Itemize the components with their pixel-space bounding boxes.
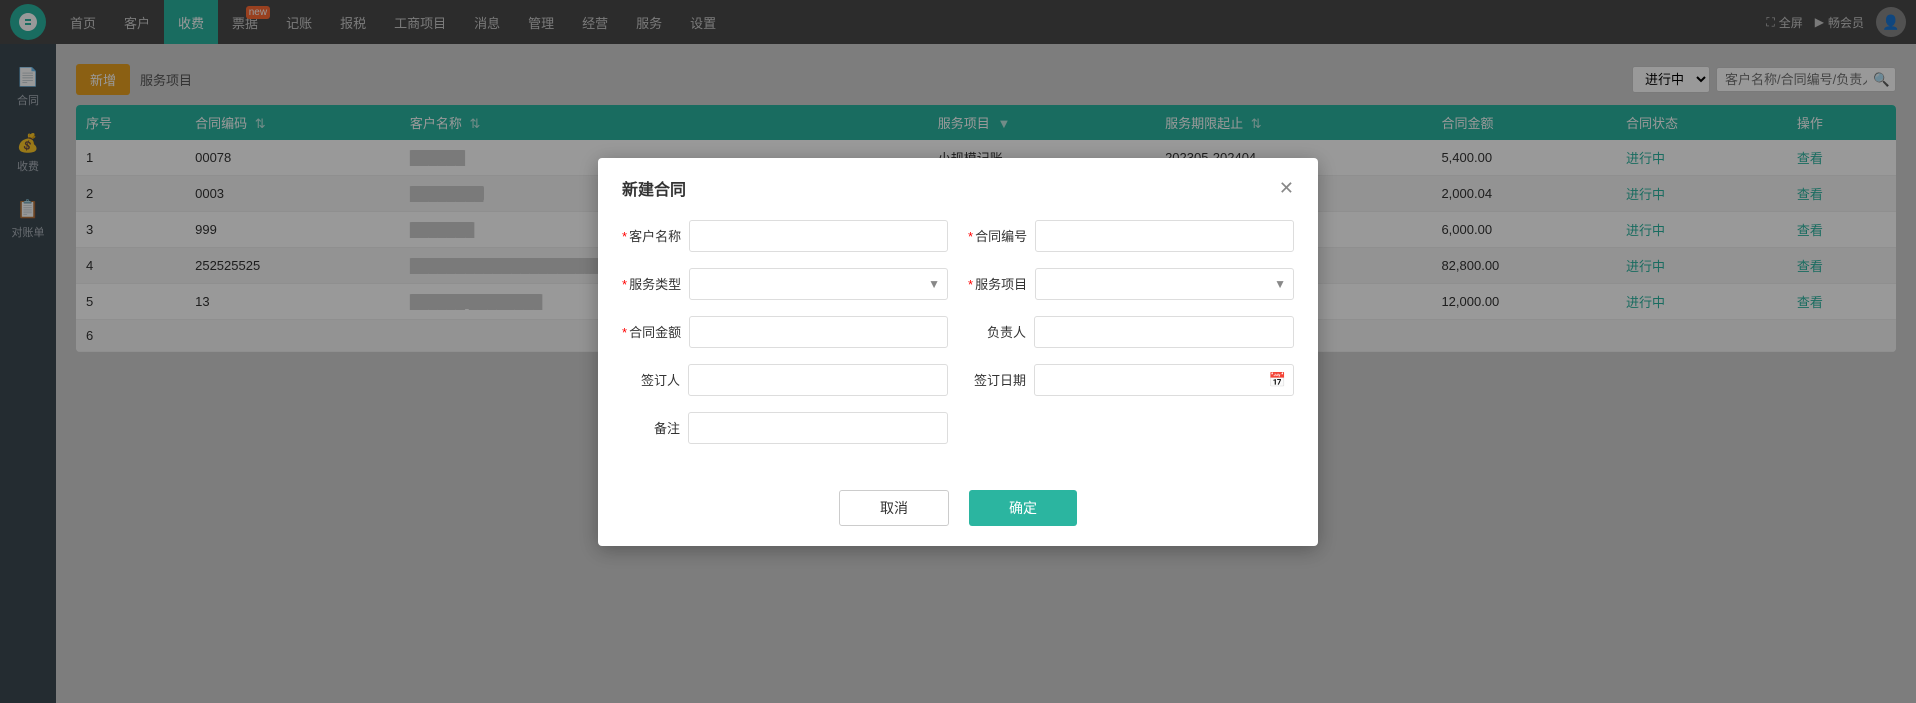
cancel-button[interactable]: 取消 (839, 490, 949, 526)
modal-footer: 取消 确定 (598, 480, 1318, 546)
sign-date-label: 签订日期 (968, 370, 1026, 389)
modal-header: 新建合同 ✕ (598, 158, 1318, 210)
contract-no-input[interactable] (1035, 220, 1294, 252)
service-type-wrapper: ▼ (689, 268, 948, 300)
signer-label: 签订人 (622, 370, 680, 389)
sign-date-input[interactable]: 2023-06-06 (1034, 364, 1294, 396)
amount-label: *合同金额 (622, 322, 681, 341)
service-item-wrapper: ▼ (1035, 268, 1294, 300)
remark-label: 备注 (622, 418, 680, 437)
confirm-button[interactable]: 确定 (969, 490, 1077, 526)
form-group-responsible: 负责人 (968, 316, 1294, 348)
customer-name-label: *客户名称 (622, 226, 681, 245)
form-row-1: *客户名称 *合同编号 (622, 220, 1294, 252)
form-group-remark: 备注 (622, 412, 948, 444)
required-star-1: * (622, 229, 627, 244)
form-group-amount: *合同金额 0.00 (622, 316, 948, 348)
form-group-customer-name: *客户名称 (622, 220, 948, 252)
form-group-sign-date: 签订日期 2023-06-06 📅 (968, 364, 1294, 396)
contract-amount-input[interactable]: 0.00 (689, 316, 948, 348)
service-item-select[interactable] (1035, 268, 1294, 300)
modal-body: *客户名称 *合同编号 *服务类型 (598, 210, 1318, 480)
service-type-select[interactable] (689, 268, 948, 300)
responsible-label: 负责人 (968, 322, 1026, 341)
form-row-2: *服务类型 ▼ *服务项目 (622, 268, 1294, 300)
signer-input[interactable] (688, 364, 948, 396)
required-star-5: * (622, 325, 627, 340)
customer-name-input[interactable] (689, 220, 948, 252)
date-input-wrapper: 2023-06-06 📅 (1034, 364, 1294, 396)
form-row-4: 签订人 签订日期 2023-06-06 📅 (622, 364, 1294, 396)
form-row-3: *合同金额 0.00 负责人 (622, 316, 1294, 348)
responsible-input[interactable] (1034, 316, 1294, 348)
required-star-4: * (968, 277, 973, 292)
modal-title: 新建合同 (622, 176, 686, 200)
form-group-service-type: *服务类型 ▼ (622, 268, 948, 300)
form-row-5: 备注 (622, 412, 1294, 444)
form-group-service-item: *服务项目 ▼ (968, 268, 1294, 300)
new-contract-modal: 新建合同 ✕ *客户名称 *合同编号 (598, 158, 1318, 546)
remark-input[interactable] (688, 412, 948, 444)
required-star-3: * (622, 277, 627, 292)
service-type-label: *服务类型 (622, 274, 681, 293)
modal-overlay[interactable]: 新建合同 ✕ *客户名称 *合同编号 (0, 0, 1916, 703)
required-star-2: * (968, 229, 973, 244)
form-group-signer: 签订人 (622, 364, 948, 396)
service-item-label: *服务项目 (968, 274, 1027, 293)
contract-no-label: *合同编号 (968, 226, 1027, 245)
modal-close-button[interactable]: ✕ (1279, 179, 1294, 197)
form-group-contract-no: *合同编号 (968, 220, 1294, 252)
